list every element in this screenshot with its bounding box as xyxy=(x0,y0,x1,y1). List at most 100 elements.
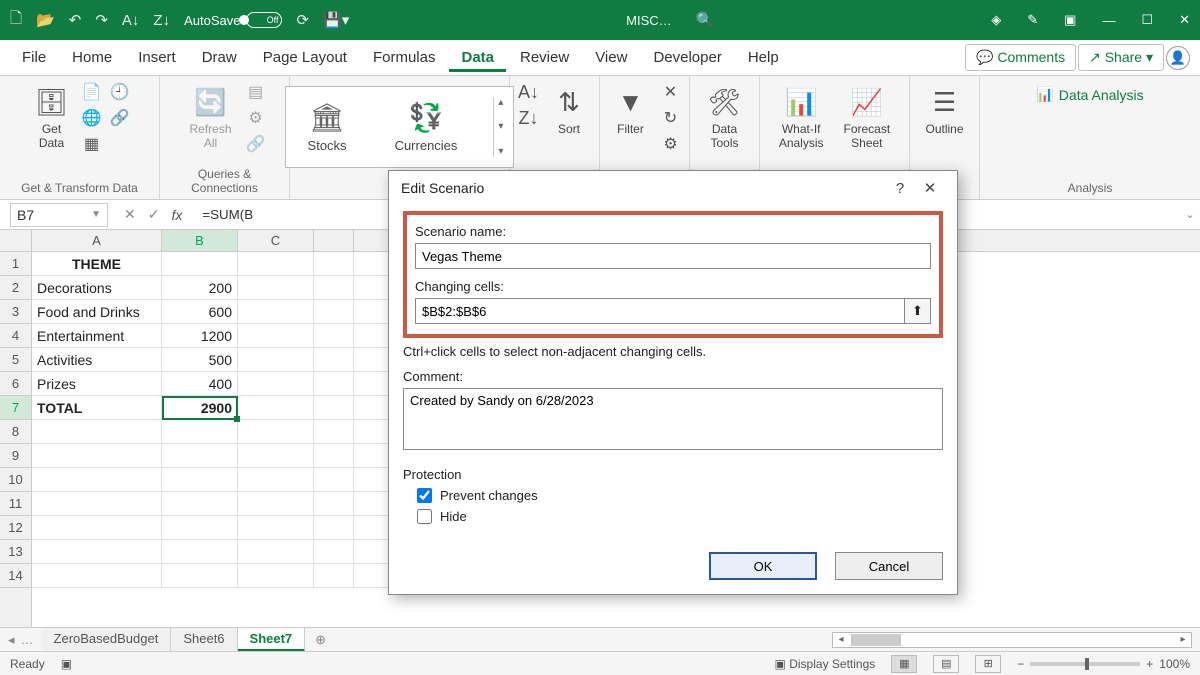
sheet-tab-sheet6[interactable]: Sheet6 xyxy=(171,628,237,652)
cell[interactable] xyxy=(32,564,162,588)
row-header[interactable]: 12 xyxy=(0,516,31,540)
search-icon[interactable]: 🔍 xyxy=(696,11,715,29)
open-file-icon[interactable]: 📂 xyxy=(36,11,55,29)
cell[interactable] xyxy=(314,540,354,564)
help-icon[interactable]: ? xyxy=(885,180,915,197)
from-table-icon[interactable]: ▦ xyxy=(82,134,102,154)
column-header[interactable]: B xyxy=(162,230,238,251)
row-header[interactable]: 4 xyxy=(0,324,31,348)
row-header[interactable]: 11 xyxy=(0,492,31,516)
zoom-out-icon[interactable]: − xyxy=(1017,657,1024,671)
cell[interactable] xyxy=(162,420,238,444)
tab-insert[interactable]: Insert xyxy=(126,43,188,72)
advanced-icon[interactable]: ⚙ xyxy=(661,134,681,154)
cancel-formula-icon[interactable]: ✕ xyxy=(124,206,136,223)
ok-button[interactable]: OK xyxy=(709,552,817,580)
minimize-icon[interactable]: — xyxy=(1102,13,1115,28)
tab-formulas[interactable]: Formulas xyxy=(361,43,448,72)
tab-file[interactable]: File xyxy=(10,43,58,72)
whatif-button[interactable]: 📊What-If Analysis xyxy=(773,82,830,154)
data-analysis-button[interactable]: 📊 Data Analysis xyxy=(1036,86,1143,103)
cell[interactable]: Activities xyxy=(32,348,162,372)
toggle-switch[interactable]: Off xyxy=(246,12,282,28)
cell[interactable] xyxy=(314,492,354,516)
queries-icon[interactable]: ▤ xyxy=(246,82,266,102)
cell[interactable] xyxy=(32,492,162,516)
recent-sources-icon[interactable]: 🕘 xyxy=(110,82,130,102)
select-all-corner[interactable] xyxy=(0,230,32,251)
cell[interactable]: TOTAL xyxy=(32,396,162,420)
from-web-icon[interactable]: 🌐 xyxy=(82,108,102,128)
cell[interactable] xyxy=(238,396,314,420)
maximize-icon[interactable]: ☐ xyxy=(1141,12,1153,28)
row-header[interactable]: 10 xyxy=(0,468,31,492)
cell[interactable] xyxy=(238,492,314,516)
close-icon[interactable]: ✕ xyxy=(915,179,945,197)
cell[interactable]: 500 xyxy=(162,348,238,372)
cell[interactable] xyxy=(32,516,162,540)
cell[interactable] xyxy=(162,564,238,588)
data-tools-button[interactable]: 🛠Data Tools xyxy=(703,82,747,154)
refresh-icon[interactable]: ⟳ xyxy=(296,11,309,29)
cell[interactable] xyxy=(314,468,354,492)
outline-button[interactable]: ☰Outline xyxy=(919,82,969,140)
cell[interactable] xyxy=(238,564,314,588)
row-header[interactable]: 13 xyxy=(0,540,31,564)
comments-button[interactable]: 💬 Comments xyxy=(965,44,1076,71)
cell[interactable]: Food and Drinks xyxy=(32,300,162,324)
cell[interactable]: 1200 xyxy=(162,324,238,348)
cell[interactable] xyxy=(162,540,238,564)
display-settings-button[interactable]: ▣ Display Settings xyxy=(775,657,876,671)
cell[interactable] xyxy=(314,324,354,348)
sheet-tab-sheet7[interactable]: Sheet7 xyxy=(238,628,306,652)
cell[interactable] xyxy=(314,300,354,324)
zoom-level[interactable]: 100% xyxy=(1159,657,1190,671)
tab-review[interactable]: Review xyxy=(508,43,581,72)
tab-view[interactable]: View xyxy=(583,43,639,72)
account-avatar[interactable]: 👤 xyxy=(1166,46,1190,70)
cell[interactable] xyxy=(162,468,238,492)
cell[interactable] xyxy=(314,276,354,300)
range-picker-icon[interactable]: ⬆ xyxy=(905,298,931,324)
cell[interactable]: Decorations xyxy=(32,276,162,300)
row-header[interactable]: 2 xyxy=(0,276,31,300)
reapply-icon[interactable]: ↻ xyxy=(661,108,681,128)
filter-button[interactable]: ▼Filter xyxy=(609,82,653,140)
sort-button[interactable]: ⇅Sort xyxy=(547,82,591,140)
cell[interactable] xyxy=(314,372,354,396)
cell[interactable] xyxy=(314,444,354,468)
cancel-button[interactable]: Cancel xyxy=(835,552,943,580)
cell[interactable] xyxy=(32,444,162,468)
cell[interactable]: Entertainment xyxy=(32,324,162,348)
cell[interactable] xyxy=(238,252,314,276)
sheet-nav-more-icon[interactable]: … xyxy=(21,632,34,648)
column-header[interactable]: C xyxy=(238,230,314,251)
add-sheet-button[interactable]: ⊕ xyxy=(305,632,336,648)
window-icon[interactable]: ▣ xyxy=(1064,12,1076,28)
cell[interactable] xyxy=(314,420,354,444)
clear-filter-icon[interactable]: ✕ xyxy=(661,82,681,102)
row-header[interactable]: 1 xyxy=(0,252,31,276)
cell[interactable] xyxy=(314,396,354,420)
enter-formula-icon[interactable]: ✓ xyxy=(148,206,160,223)
properties-icon[interactable]: ⚙ xyxy=(246,108,266,128)
tab-data[interactable]: Data xyxy=(449,43,506,72)
cell[interactable] xyxy=(238,540,314,564)
cell[interactable] xyxy=(314,516,354,540)
tab-draw[interactable]: Draw xyxy=(190,43,249,72)
cell[interactable]: Prizes xyxy=(32,372,162,396)
row-header[interactable]: 14 xyxy=(0,564,31,588)
forecast-button[interactable]: 📈Forecast Sheet xyxy=(838,82,897,154)
tab-help[interactable]: Help xyxy=(736,43,791,72)
document-name[interactable]: MISC… xyxy=(626,13,672,28)
cell[interactable] xyxy=(238,420,314,444)
page-break-view-button[interactable]: ⊞ xyxy=(975,655,1001,673)
changing-cells-input[interactable] xyxy=(415,298,905,324)
cell[interactable] xyxy=(314,348,354,372)
cell[interactable] xyxy=(162,444,238,468)
comment-textarea[interactable]: Created by Sandy on 6/28/2023 xyxy=(403,388,943,450)
diamond-icon[interactable]: ◈ xyxy=(991,12,1001,28)
tab-page-layout[interactable]: Page Layout xyxy=(251,43,359,72)
zoom-slider[interactable] xyxy=(1030,662,1140,666)
name-box[interactable]: B7▼ xyxy=(10,203,108,227)
